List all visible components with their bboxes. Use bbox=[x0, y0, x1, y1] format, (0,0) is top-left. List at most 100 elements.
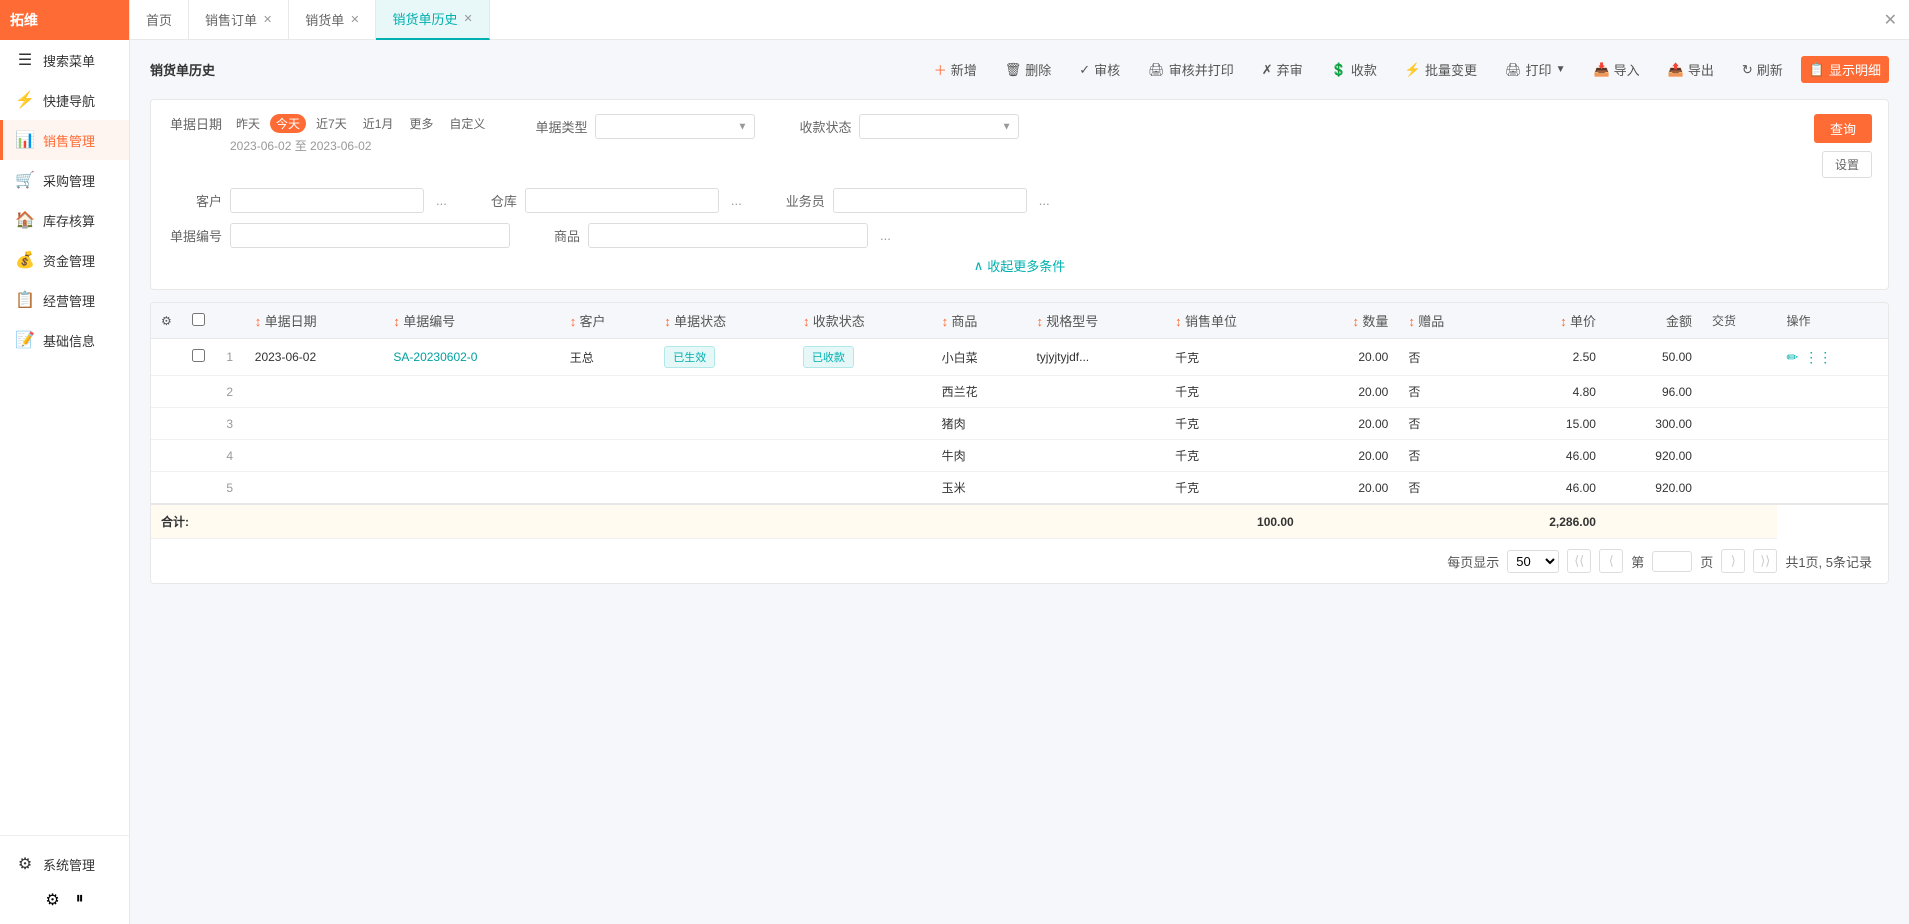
edit-btn[interactable]: ✏ bbox=[1787, 349, 1799, 366]
product-cell: 西兰花 bbox=[932, 376, 1027, 408]
checkbox-cell[interactable] bbox=[182, 472, 215, 505]
checkbox-cell[interactable] bbox=[182, 408, 215, 440]
discard-button[interactable]: ✗ 弃审 bbox=[1252, 56, 1313, 83]
checkbox-cell[interactable] bbox=[182, 339, 215, 376]
import-button[interactable]: 📥 导入 bbox=[1583, 56, 1649, 83]
gear-col-header[interactable]: ⚙ bbox=[151, 303, 182, 339]
tab-home[interactable]: 首页 bbox=[130, 0, 189, 40]
page-number-input[interactable]: 1 bbox=[1652, 551, 1692, 572]
docno-cell[interactable]: SA-20230602-0 bbox=[383, 339, 559, 376]
docno-cell[interactable] bbox=[383, 408, 559, 440]
row-num-cell: 5 bbox=[215, 472, 245, 505]
page-size-select[interactable]: 50 20 100 bbox=[1507, 550, 1559, 573]
doc-no-input[interactable] bbox=[230, 223, 510, 248]
collectstatus-col-header[interactable]: ↕ 收款状态 bbox=[793, 303, 932, 339]
prev-page-btn[interactable]: ⟨ bbox=[1599, 549, 1623, 573]
doc-type-label: 单据类型 bbox=[535, 117, 587, 136]
collect-button[interactable]: 💲 收款 bbox=[1321, 56, 1387, 83]
select-all-checkbox[interactable] bbox=[192, 313, 205, 326]
gift-cell: 否 bbox=[1398, 408, 1493, 440]
amount-cell: 920.00 bbox=[1606, 440, 1702, 472]
first-page-btn[interactable]: ⟨⟨ bbox=[1567, 549, 1591, 573]
sidebar-item-search-menu[interactable]: ☰ 搜索菜单 bbox=[0, 40, 129, 80]
product-col-header[interactable]: ↕ 商品 bbox=[932, 303, 1027, 339]
collapse-button[interactable]: ∧ 收起更多条件 bbox=[167, 256, 1872, 275]
product-dots[interactable]: ... bbox=[880, 228, 891, 243]
batch-change-button[interactable]: ⚡ 批量变更 bbox=[1395, 56, 1487, 83]
set-button[interactable]: 设置 bbox=[1822, 151, 1872, 178]
shortcut-custom[interactable]: 自定义 bbox=[443, 114, 491, 133]
sidebar-item-sales[interactable]: 📊 销售管理 bbox=[0, 120, 129, 160]
docno-cell[interactable] bbox=[383, 440, 559, 472]
amount-col-header[interactable]: 金额 bbox=[1606, 303, 1702, 339]
docno-col-header[interactable]: ↕ 单据编号 bbox=[383, 303, 559, 339]
tab-delivery-history-close[interactable]: ✕ bbox=[464, 12, 473, 25]
audit-button[interactable]: ✓ 审核 bbox=[1069, 56, 1130, 83]
unitprice-col-header[interactable]: ↕ 单价 bbox=[1493, 303, 1606, 339]
tab-sales-order-close[interactable]: ✕ bbox=[263, 13, 272, 26]
next-page-btn[interactable]: ⟩ bbox=[1721, 549, 1745, 573]
qty-col-header[interactable]: ↕ 数量 bbox=[1304, 303, 1399, 339]
tab-sales-order[interactable]: 销售订单 ✕ bbox=[189, 0, 289, 40]
sidebar-item-basic-info[interactable]: 📝 基础信息 bbox=[0, 320, 129, 360]
sidebar-item-operations[interactable]: 📋 经营管理 bbox=[0, 280, 129, 320]
warehouse-input[interactable] bbox=[525, 188, 719, 213]
sales-icon: 📊 bbox=[15, 130, 35, 150]
delete-button[interactable]: 🗑 删除 bbox=[995, 56, 1062, 83]
sidebar-bottom-icon2[interactable]: ⏸ bbox=[76, 890, 84, 910]
docno-cell[interactable] bbox=[383, 472, 559, 505]
doc-type-select[interactable] bbox=[595, 114, 755, 139]
print-button[interactable]: 🖨 打印 ▼ bbox=[1495, 56, 1575, 83]
row-checkbox[interactable] bbox=[192, 349, 205, 362]
salesperson-label: 业务员 bbox=[786, 191, 825, 210]
shortcut-1month[interactable]: 近1月 bbox=[357, 114, 400, 133]
show-details-button[interactable]: 📋 显示明细 bbox=[1801, 56, 1889, 83]
sort-docno-icon: ↕ bbox=[393, 314, 400, 329]
export-button[interactable]: 📤 导出 bbox=[1658, 56, 1724, 83]
refresh-button[interactable]: ↻ 刷新 bbox=[1732, 56, 1793, 83]
close-all-tabs[interactable]: ✕ bbox=[1872, 10, 1909, 30]
shortcut-today[interactable]: 今天 bbox=[270, 114, 306, 133]
product-input[interactable] bbox=[588, 223, 868, 248]
qty-cell: 20.00 bbox=[1304, 376, 1399, 408]
add-button[interactable]: ＋ 新增 bbox=[924, 56, 987, 83]
gift-col-header[interactable]: ↕ 赠品 bbox=[1398, 303, 1493, 339]
collect-status-select[interactable] bbox=[859, 114, 1019, 139]
basic-info-icon: 📝 bbox=[15, 330, 35, 350]
tab-delivery-close[interactable]: ✕ bbox=[350, 13, 359, 26]
sidebar-bottom-icon1[interactable]: ⚙ bbox=[45, 890, 59, 910]
product-cell: 牛肉 bbox=[932, 440, 1027, 472]
shortcut-yesterday[interactable]: 昨天 bbox=[230, 114, 266, 133]
salesperson-input[interactable] bbox=[833, 188, 1027, 213]
query-button[interactable]: 查询 bbox=[1814, 114, 1872, 143]
action-cell bbox=[1777, 440, 1888, 472]
main-table: ⚙ ↕ 单据日期 ↕ 单据编号 ↕ 客户 ↕ 单据状态 ↕ 收款状态 ↕ 商品 … bbox=[151, 303, 1888, 539]
sidebar-item-inventory[interactable]: 🏠 库存核算 bbox=[0, 200, 129, 240]
salesperson-dots[interactable]: ... bbox=[1039, 193, 1050, 208]
checkbox-cell[interactable] bbox=[182, 376, 215, 408]
spec-col-header[interactable]: ↕ 规格型号 bbox=[1026, 303, 1165, 339]
sidebar-item-purchase[interactable]: 🛒 采购管理 bbox=[0, 160, 129, 200]
tab-delivery[interactable]: 销货单 ✕ bbox=[289, 0, 376, 40]
shortcut-more[interactable]: 更多 bbox=[403, 114, 439, 133]
last-page-btn[interactable]: ⟩⟩ bbox=[1753, 549, 1777, 573]
more-btn[interactable]: ⋮⋮ bbox=[1804, 349, 1832, 366]
checkbox-cell[interactable] bbox=[182, 440, 215, 472]
audit-print-button[interactable]: 🖨 审核并打印 bbox=[1138, 56, 1244, 83]
docstatus-col-header[interactable]: ↕ 单据状态 bbox=[654, 303, 793, 339]
date-col-header[interactable]: ↕ 单据日期 bbox=[245, 303, 384, 339]
spec-cell bbox=[1026, 376, 1165, 408]
warehouse-dots[interactable]: ... bbox=[731, 193, 742, 208]
sidebar-item-quick-nav[interactable]: ⚡ 快捷导航 bbox=[0, 80, 129, 120]
tab-delivery-history[interactable]: 销货单历史 ✕ bbox=[376, 0, 489, 40]
sidebar-item-finance[interactable]: 💰 资金管理 bbox=[0, 240, 129, 280]
unit-col-header[interactable]: ↕ 销售单位 bbox=[1165, 303, 1304, 339]
shortcut-7days[interactable]: 近7天 bbox=[310, 114, 353, 133]
sidebar-item-sys-mgmt[interactable]: ⚙ 系统管理 bbox=[0, 844, 129, 884]
customer-dots[interactable]: ... bbox=[436, 193, 447, 208]
customer-col-header[interactable]: ↕ 客户 bbox=[560, 303, 655, 339]
docno-cell[interactable] bbox=[383, 376, 559, 408]
checkbox-col-header[interactable] bbox=[182, 303, 215, 339]
quick-nav-icon: ⚡ bbox=[15, 90, 35, 110]
customer-input[interactable] bbox=[230, 188, 424, 213]
